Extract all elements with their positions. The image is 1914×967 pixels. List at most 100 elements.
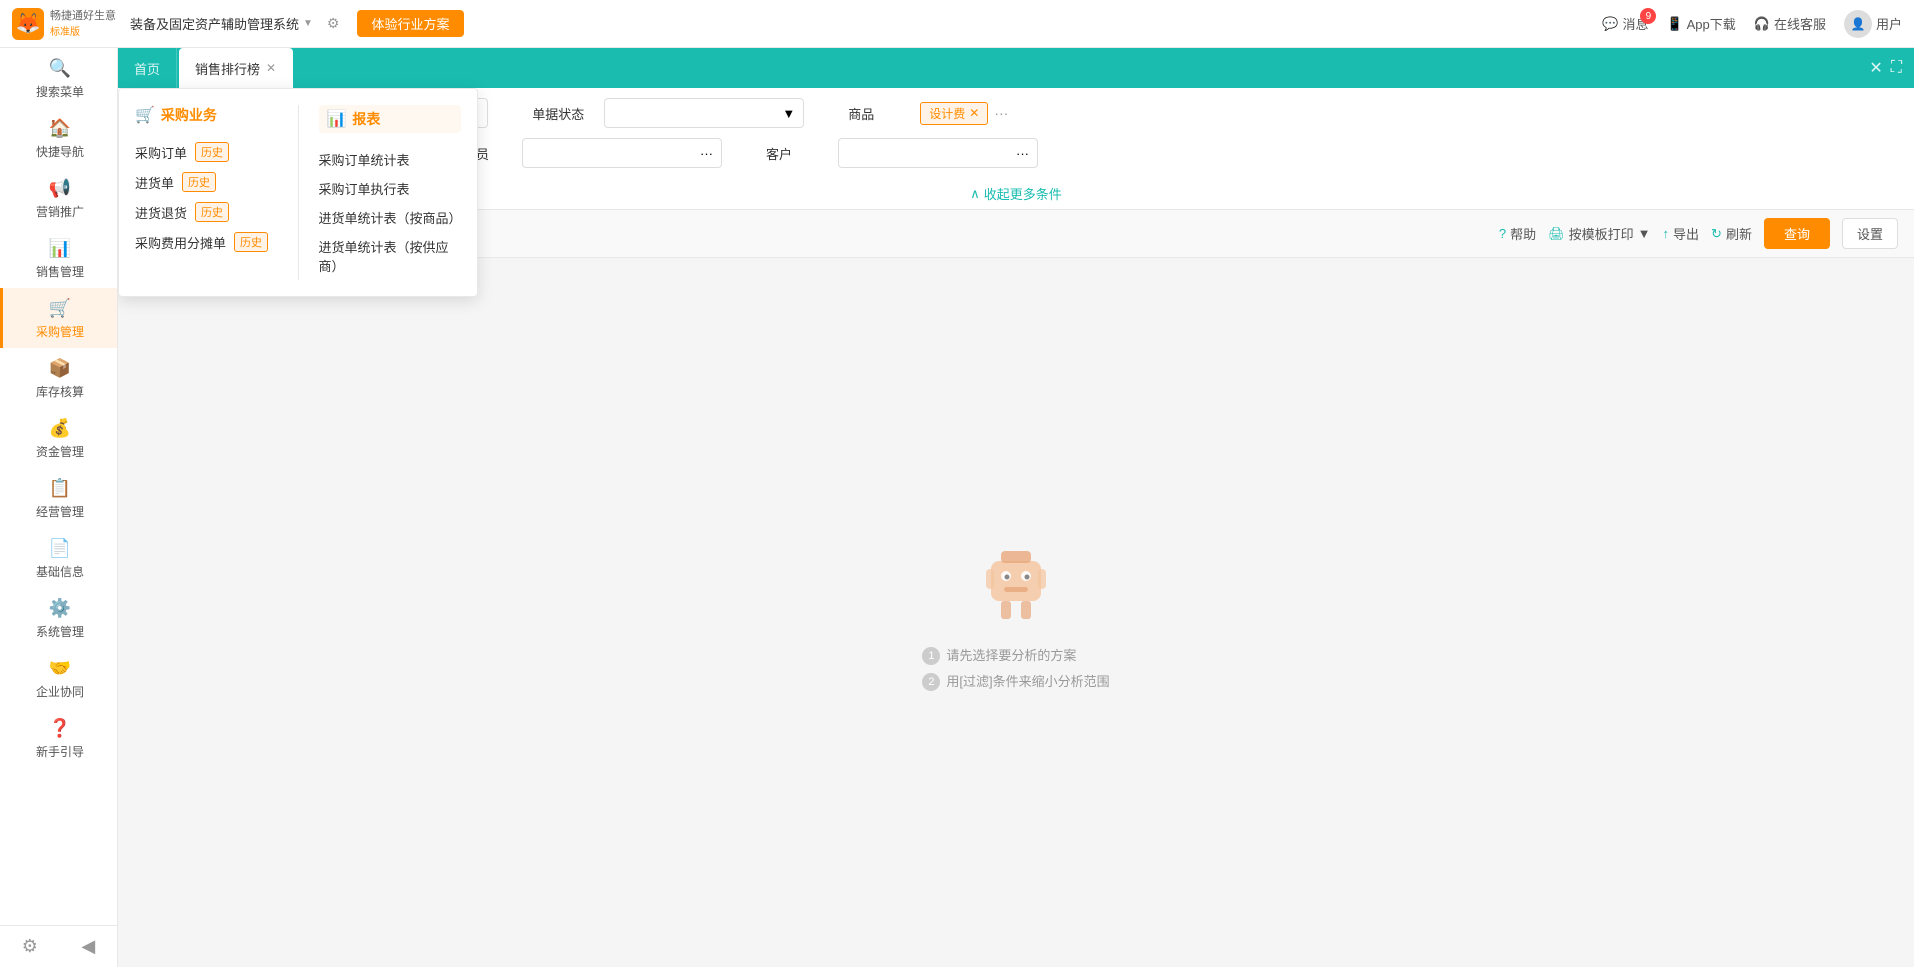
collapse-icon: ∧ — [970, 186, 980, 202]
goods-tag[interactable]: 设计费 ✕ — [920, 102, 988, 125]
hist-badge-inbound: 历史 — [182, 172, 216, 192]
menu-item-inbound-stat-supplier[interactable]: 进货单统计表（按供应商） — [319, 232, 462, 280]
money-icon: 💰 — [49, 418, 71, 439]
chart-icon: 📊 — [49, 238, 71, 259]
empty-state: 1 请先选择要分析的方案 2 用[过滤]条件来缩小分析范围 — [118, 258, 1914, 967]
sidebar-item-purchase[interactable]: 🛒 采购管理 — [0, 288, 117, 348]
tab-home[interactable]: 首页 — [118, 48, 177, 88]
gear-icon[interactable]: ⚙ — [327, 15, 340, 32]
home-icon: 🏠 — [49, 118, 71, 139]
user-menu[interactable]: 👤 用户 — [1844, 10, 1902, 38]
menu-item-purchase-order-stat[interactable]: 采购订单统计表 — [319, 145, 462, 174]
report-section-icon: 📊 — [327, 109, 347, 129]
user-avatar: 👤 — [1844, 10, 1872, 38]
sidebar-item-finance[interactable]: 💰 资金管理 — [0, 408, 117, 468]
customer-dots[interactable]: ··· — [1016, 146, 1029, 161]
sidebar-item-basic[interactable]: 📄 基础信息 — [0, 528, 117, 588]
customer-select[interactable]: ··· — [838, 138, 1038, 168]
menu-item-purchase-cost[interactable]: 采购费用分摊单 历史 — [135, 227, 278, 257]
headset-icon: 🎧 — [1754, 16, 1770, 32]
menu-item-purchase-order[interactable]: 采购订单 历史 — [135, 137, 278, 167]
salesperson-select[interactable]: ··· — [522, 138, 722, 168]
purchase-section-title: 🛒 采购业务 — [135, 105, 278, 125]
message-button[interactable]: 💬 消息 9 — [1602, 14, 1648, 33]
sidebar-item-quick[interactable]: 🏠 快捷导航 — [0, 108, 117, 168]
goods-label: 商品 — [848, 104, 908, 123]
menu-item-purchase-order-exec[interactable]: 采购订单执行表 — [319, 174, 462, 203]
tip-num-2: 2 — [922, 673, 940, 691]
empty-tip-1: 1 请先选择要分析的方案 — [922, 643, 1109, 669]
sidebar-settings-btn[interactable]: ⚙ — [22, 936, 38, 957]
bill-status-select[interactable]: ▼ — [604, 98, 804, 128]
trial-button[interactable]: 体验行业方案 — [357, 10, 463, 37]
logo-title: 畅捷通好生意 — [50, 9, 116, 23]
empty-illustration — [966, 531, 1066, 631]
purchase-dropdown-menu: 🛒 采购业务 采购订单 历史 进货单 历史 进货退货 历史 采购费用分摊单 — [118, 88, 478, 297]
menu-item-inbound-stat-goods[interactable]: 进货单统计表（按商品） — [319, 203, 462, 232]
tab-close-icon[interactable]: ✕ — [266, 61, 276, 75]
tab-fullscreen-icon[interactable]: ⛶ — [1891, 59, 1902, 77]
print-btn[interactable]: 🖨 按模板打印 ▼ — [1548, 224, 1650, 243]
enterprise-icon: 🤝 — [49, 658, 71, 679]
help-btn[interactable]: ? 帮助 — [1499, 224, 1536, 243]
sidebar-item-operation[interactable]: 📋 经营管理 — [0, 468, 117, 528]
megaphone-icon: 📢 — [49, 178, 71, 199]
setting-button[interactable]: 设置 — [1842, 218, 1898, 249]
query-button[interactable]: 查询 — [1764, 218, 1830, 249]
clipboard-icon: 📋 — [49, 478, 71, 499]
hist-badge-purchase-cost: 历史 — [234, 232, 268, 252]
header-right: 💬 消息 9 📱 App下载 🎧 在线客服 👤 用户 — [1602, 10, 1902, 38]
goods-tag-close[interactable]: ✕ — [969, 106, 979, 120]
report-section-title: 📊 报表 — [319, 105, 462, 133]
sidebar-item-system[interactable]: ⚙️ 系统管理 — [0, 588, 117, 648]
tab-sales-rank[interactable]: 销售排行榜 ✕ — [179, 48, 293, 88]
export-icon: ↑ — [1663, 226, 1670, 241]
top-header: 🦊 畅捷通好生意 标准版 装备及固定资产辅助管理系统 ▼ ⚙ 体验行业方案 💬 … — [0, 0, 1914, 48]
menu-item-inbound[interactable]: 进货单 历史 — [135, 167, 278, 197]
bill-status-label: 单据状态 — [532, 104, 592, 123]
purchase-business-section: 🛒 采购业务 采购订单 历史 进货单 历史 进货退货 历史 采购费用分摊单 — [135, 105, 278, 280]
goods-dots[interactable]: ··· — [994, 105, 1008, 121]
tab-bar: 首页 销售排行榜 ✕ ✕ ⛶ — [118, 48, 1914, 88]
doc-icon: 📄 — [49, 538, 71, 559]
customer-label: 客户 — [766, 144, 826, 163]
sidebar: 🔍 搜索菜单 🏠 快捷导航 📢 营销推广 📊 销售管理 🛒 采购管理 📦 库存核… — [0, 48, 118, 967]
menu-item-inbound-return[interactable]: 进货退货 历史 — [135, 197, 278, 227]
header-middle: 装备及固定资产辅助管理系统 ▼ ⚙ 体验行业方案 — [130, 10, 1602, 37]
logo-badge: 标准版 — [50, 23, 116, 38]
purchase-section-icon: 🛒 — [135, 105, 155, 125]
system-title: 装备及固定资产辅助管理系统 ▼ — [130, 14, 313, 33]
empty-tip-2: 2 用[过滤]条件来缩小分析范围 — [922, 669, 1109, 695]
sidebar-item-marketing[interactable]: 📢 营销推广 — [0, 168, 117, 228]
sidebar-item-inventory[interactable]: 📦 库存核算 — [0, 348, 117, 408]
sidebar-collapse-btn[interactable]: ◀ — [81, 936, 95, 957]
export-btn[interactable]: ↑ 导出 — [1663, 224, 1700, 243]
message-icon: 💬 — [1602, 16, 1618, 32]
online-service-button[interactable]: 🎧 在线客服 — [1754, 14, 1826, 33]
sidebar-item-guide[interactable]: ❓ 新手引导 — [0, 708, 117, 768]
phone-icon: 📱 — [1666, 16, 1682, 32]
content-area: 首页 销售排行榜 ✕ ✕ ⛶ 🛒 采购业务 采购订单 历 — [118, 48, 1914, 967]
goods-filter: 设计费 ✕ ··· — [920, 102, 1008, 125]
logo-area: 🦊 畅捷通好生意 标准版 — [12, 8, 130, 40]
sidebar-item-enterprise[interactable]: 🤝 企业协同 — [0, 648, 117, 708]
tab-controls: ✕ ⛶ — [1857, 58, 1914, 78]
empty-tips: 1 请先选择要分析的方案 2 用[过滤]条件来缩小分析范围 — [922, 643, 1109, 695]
salesperson-dots[interactable]: ··· — [700, 146, 713, 161]
title-dropdown-icon[interactable]: ▼ — [303, 18, 313, 29]
message-badge: 9 — [1640, 8, 1656, 24]
sidebar-item-sales[interactable]: 📊 销售管理 — [0, 228, 117, 288]
menu-divider — [298, 105, 299, 280]
print-dropdown-icon[interactable]: ▼ — [1638, 226, 1651, 241]
sidebar-item-search[interactable]: 🔍 搜索菜单 — [0, 48, 117, 108]
guide-icon: ❓ — [49, 718, 71, 739]
refresh-btn[interactable]: ↻ 刷新 — [1711, 224, 1752, 243]
box-icon: 📦 — [49, 358, 71, 379]
help-icon: ? — [1499, 226, 1506, 241]
app-download-button[interactable]: 📱 App下载 — [1666, 14, 1735, 33]
search-icon: 🔍 — [49, 58, 71, 79]
tab-close-all-icon[interactable]: ✕ — [1869, 58, 1882, 78]
bill-status-dropdown-icon: ▼ — [782, 106, 795, 121]
report-section: 📊 报表 采购订单统计表 采购订单执行表 进货单统计表（按商品） 进货单统计表（… — [319, 105, 462, 280]
print-icon: 🖨 — [1548, 226, 1565, 242]
